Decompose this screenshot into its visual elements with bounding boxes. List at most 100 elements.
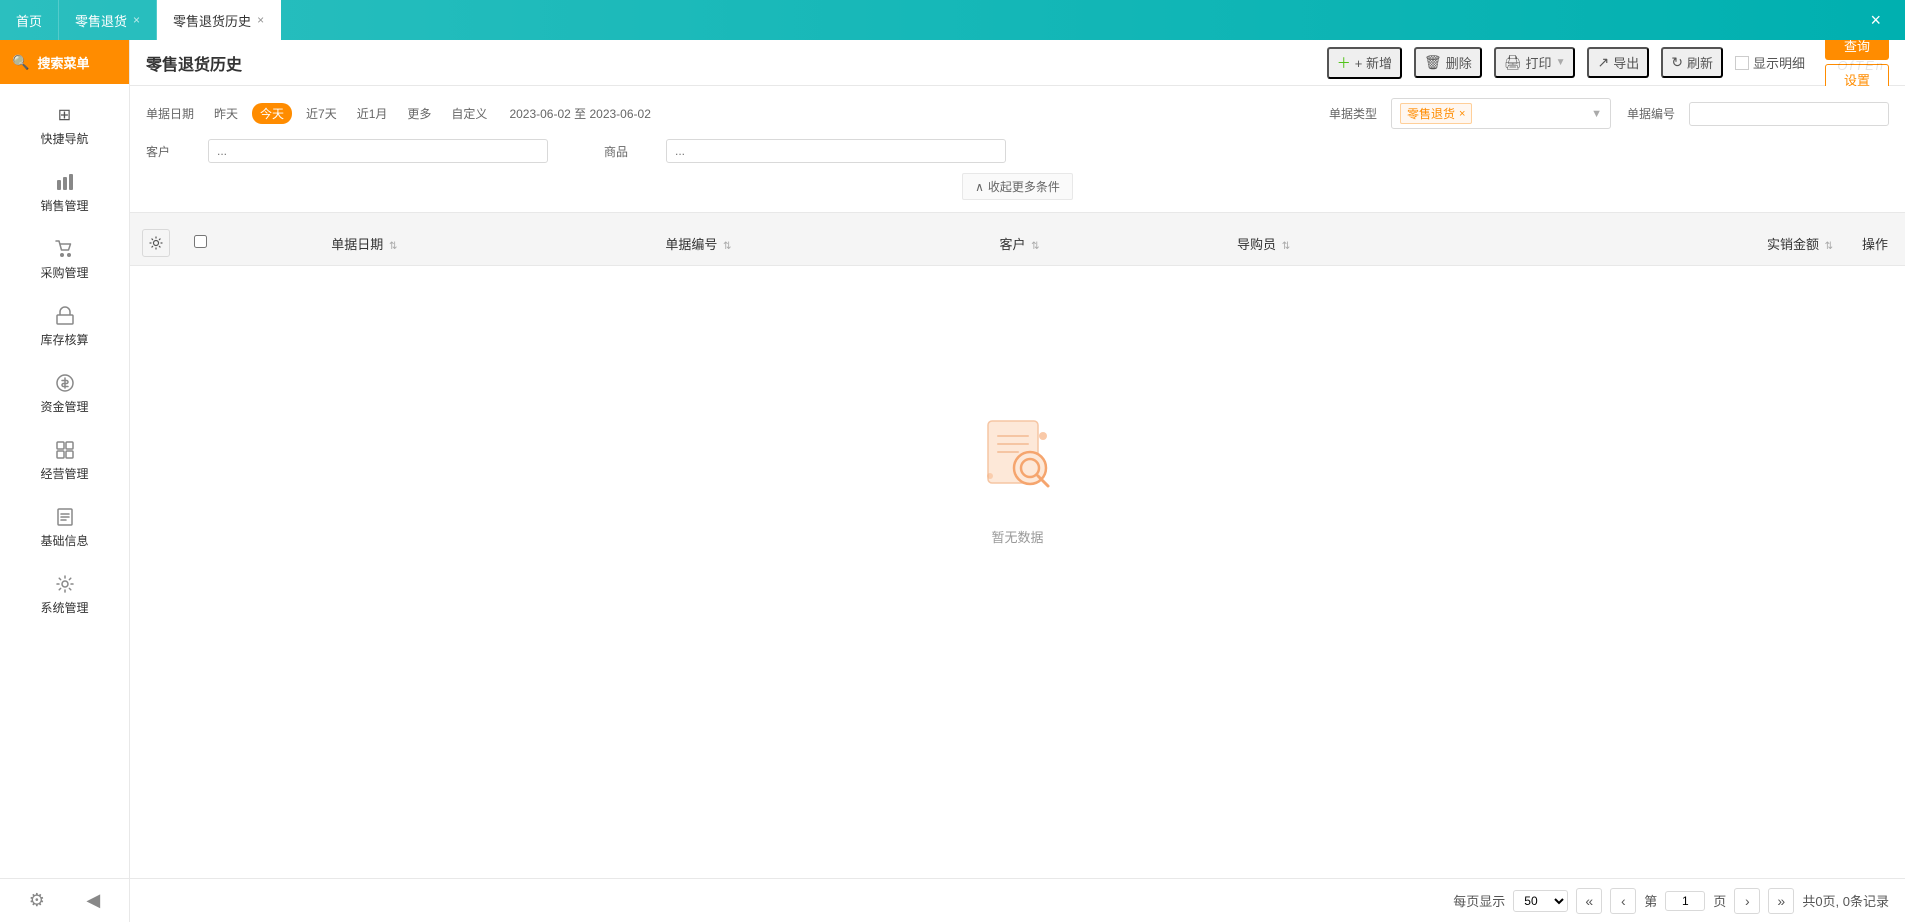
prev-page-button[interactable]: ‹ <box>1610 888 1636 914</box>
sidebar-item-sales[interactable]: 销售管理 <box>0 159 129 226</box>
sidebar-item-inventory[interactable]: 库存核算 <box>0 293 129 360</box>
settings-bottom-icon[interactable]: ⚙ <box>29 890 45 911</box>
goods-input[interactable] <box>666 139 1006 163</box>
th-guide-sort: ⇅ <box>1282 241 1290 252</box>
tab-retail-return-history[interactable]: 零售退货历史 × <box>157 0 281 40</box>
sidebar-search[interactable]: 🔍 搜索菜单 <box>0 40 129 84</box>
tab-home[interactable]: 首页 <box>0 0 59 40</box>
th-checkbox-col <box>182 221 319 266</box>
collapse-sidebar-icon[interactable]: ◀ <box>86 890 100 911</box>
th-guide[interactable]: 导购员 ⇅ <box>1225 221 1511 266</box>
refresh-icon: ↻ <box>1671 54 1683 71</box>
sales-icon <box>54 171 76 193</box>
export-icon: ↗ <box>1597 54 1609 71</box>
table-container: 单据日期 ⇅ 单据编号 ⇅ 客户 ⇅ <box>130 221 1905 878</box>
export-label: 导出 <box>1613 53 1639 72</box>
sidebar: 🔍 搜索菜单 ⊞ 快捷导航 销售管理 采购管理 <box>0 40 130 922</box>
th-date-sort: ⇅ <box>389 241 397 252</box>
data-table: 单据日期 ⇅ 单据编号 ⇅ 客户 ⇅ <box>130 221 1905 266</box>
date-btn-yesterday[interactable]: 昨天 <box>208 103 244 124</box>
empty-icon <box>968 406 1068 511</box>
export-button[interactable]: ↗ 导出 <box>1587 47 1649 78</box>
page-size-select[interactable]: 50 10 20 100 <box>1513 890 1568 912</box>
tab-bar: 首页 零售退货 × 零售退货历史 × <box>0 0 1862 40</box>
select-all-checkbox[interactable] <box>194 235 207 248</box>
date-btn-custom[interactable]: 自定义 <box>445 103 493 124</box>
total-info: 共0页, 0条记录 <box>1802 891 1889 910</box>
column-settings-button[interactable] <box>142 229 170 257</box>
quick-nav-icon: ⊞ <box>54 104 76 126</box>
doc-type-select[interactable]: 零售退货 × ▼ <box>1391 98 1611 129</box>
th-customer-label: 客户 <box>999 237 1025 252</box>
filter-row-1: 单据日期 昨天 今天 近7天 近1月 更多 自定义 2023-06-02 至 2… <box>146 98 1889 129</box>
next-page-button[interactable]: › <box>1734 888 1760 914</box>
query-button[interactable]: 查询 <box>1825 40 1889 60</box>
customer-input[interactable] <box>208 139 548 163</box>
th-settings <box>130 221 182 266</box>
th-no-sort: ⇅ <box>723 241 731 252</box>
sidebar-item-system[interactable]: 系统管理 <box>0 561 129 628</box>
collapse-button[interactable]: ∧ 收起更多条件 <box>962 173 1073 200</box>
collapse-up-icon: ∧ <box>975 180 984 194</box>
doc-no-input[interactable] <box>1689 102 1889 126</box>
show-detail-toggle[interactable]: 显示明细 <box>1735 53 1805 72</box>
page-number-input[interactable] <box>1665 891 1705 911</box>
th-guide-label: 导购员 <box>1237 237 1276 252</box>
main-layout: 🔍 搜索菜单 ⊞ 快捷导航 销售管理 采购管理 <box>0 40 1905 922</box>
date-btn-today[interactable]: 今天 <box>252 103 292 124</box>
sidebar-item-quick-nav-label: 快捷导航 <box>40 130 88 147</box>
date-btn-more[interactable]: 更多 <box>401 103 437 124</box>
empty-text: 暂无数据 <box>991 527 1043 546</box>
doc-type-tag-close[interactable]: × <box>1459 108 1465 120</box>
tab-home-label: 首页 <box>16 11 42 30</box>
date-btn-1month[interactable]: 近1月 <box>351 103 394 124</box>
tab-retail-return[interactable]: 零售退货 × <box>59 0 157 40</box>
delete-button[interactable]: 🗑 删除 <box>1414 47 1482 78</box>
first-page-button[interactable]: « <box>1576 888 1602 914</box>
refresh-button[interactable]: ↻ 刷新 <box>1661 47 1723 78</box>
tab-retail-return-history-close[interactable]: × <box>257 13 264 27</box>
print-icon: 🖨 <box>1504 54 1522 71</box>
table-header-row: 单据日期 ⇅ 单据编号 ⇅ 客户 ⇅ <box>130 221 1905 266</box>
search-icon: 🔍 <box>12 54 29 71</box>
sidebar-item-system-label: 系统管理 <box>40 599 88 616</box>
th-no[interactable]: 单据编号 ⇅ <box>653 221 987 266</box>
tab-retail-return-label: 零售退货 <box>75 11 127 30</box>
th-customer-sort: ⇅ <box>1031 241 1039 252</box>
new-button[interactable]: ＋ + 新增 <box>1327 47 1402 79</box>
content-area: 零售退货历史 ＋ + 新增 🗑 删除 🖨 打印 ▼ ↗ 导出 <box>130 40 1905 922</box>
th-amount[interactable]: 实销金额 ⇅ <box>1511 221 1845 266</box>
date-filter-options: 昨天 今天 近7天 近1月 更多 自定义 <box>208 103 493 124</box>
window-close-button[interactable]: × <box>1862 10 1889 31</box>
sidebar-item-inventory-label: 库存核算 <box>40 331 88 348</box>
top-bar: 首页 零售退货 × 零售退货历史 × × <box>0 0 1905 40</box>
top-bar-right: × <box>1862 0 1905 40</box>
purchase-icon <box>54 238 76 260</box>
print-button[interactable]: 🖨 打印 ▼ <box>1494 47 1576 78</box>
finance-icon <box>54 372 76 394</box>
page-prefix: 第 <box>1644 891 1657 910</box>
last-page-button[interactable]: » <box>1768 888 1794 914</box>
show-detail-checkbox[interactable] <box>1735 56 1749 70</box>
th-date-label: 单据日期 <box>331 237 383 252</box>
doc-type-tags: 零售退货 × <box>1400 103 1585 124</box>
sidebar-item-purchase[interactable]: 采购管理 <box>0 226 129 293</box>
th-customer[interactable]: 客户 ⇅ <box>987 221 1225 266</box>
print-dropdown-icon: ▼ <box>1556 57 1566 68</box>
sidebar-item-finance[interactable]: 资金管理 <box>0 360 129 427</box>
th-amount-label: 实销金额 <box>1767 237 1819 252</box>
new-label: + 新增 <box>1355 53 1392 72</box>
sidebar-item-operations[interactable]: 经营管理 <box>0 427 129 494</box>
refresh-label: 刷新 <box>1687 53 1713 72</box>
th-date[interactable]: 单据日期 ⇅ <box>319 221 653 266</box>
sidebar-item-finance-label: 资金管理 <box>40 398 88 415</box>
sidebar-item-basic-info[interactable]: 基础信息 <box>0 494 129 561</box>
tab-retail-return-close[interactable]: × <box>133 13 140 27</box>
date-btn-7days[interactable]: 近7天 <box>300 103 343 124</box>
doc-type-tag: 零售退货 × <box>1400 103 1472 124</box>
sidebar-item-quick-nav[interactable]: ⊞ 快捷导航 <box>0 92 129 159</box>
th-no-label: 单据编号 <box>665 237 717 252</box>
empty-state: 暂无数据 <box>130 266 1905 686</box>
show-detail-label: 显示明细 <box>1753 53 1805 72</box>
date-filter-group: 单据日期 昨天 今天 近7天 近1月 更多 自定义 <box>146 103 493 124</box>
